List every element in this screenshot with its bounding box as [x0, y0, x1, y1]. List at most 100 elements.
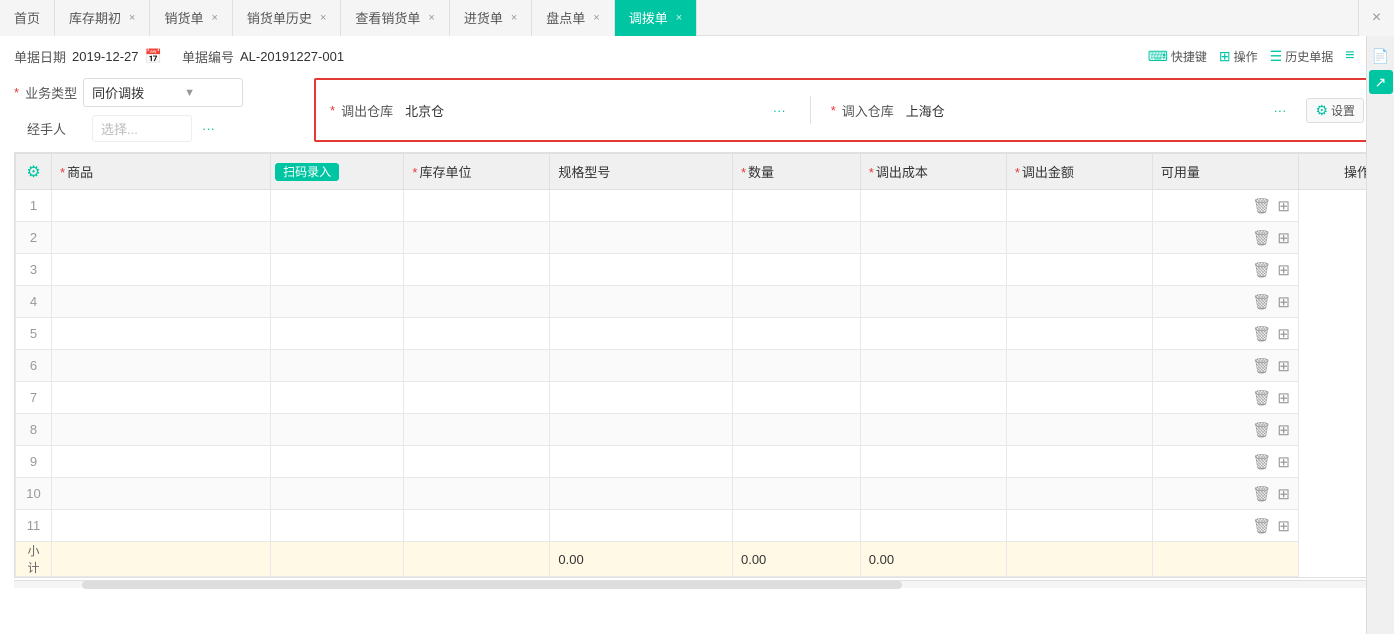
goods-cell-2[interactable] — [52, 222, 271, 254]
goods-cell-10[interactable] — [52, 478, 271, 510]
qty-cell-4[interactable] — [550, 286, 733, 318]
qty-cell-5[interactable] — [550, 318, 733, 350]
amount-cell-4[interactable] — [860, 286, 1006, 318]
delete-icon-10[interactable]: 🗑 — [1252, 485, 1271, 503]
cost-cell-6[interactable] — [732, 350, 860, 382]
qty-cell-9[interactable] — [550, 446, 733, 478]
close-tab-inventory-init[interactable]: × — [129, 12, 135, 24]
amount-cell-5[interactable] — [860, 318, 1006, 350]
tab-sales-history[interactable]: 销货单历史 × — [233, 0, 341, 36]
actions-button[interactable]: ⊞ 操作 — [1219, 48, 1258, 65]
qty-cell-1[interactable] — [550, 190, 733, 222]
col-gear[interactable]: ⚙ — [16, 154, 52, 190]
copy-icon-3[interactable]: ⊞ — [1277, 261, 1290, 279]
copy-icon-10[interactable]: ⊞ — [1277, 485, 1290, 503]
tab-transfer[interactable]: 调拨单 × — [615, 0, 697, 36]
tab-purchase[interactable]: 进货单 × — [450, 0, 532, 36]
cost-cell-7[interactable] — [732, 382, 860, 414]
close-tab-sales-history[interactable]: × — [320, 12, 326, 24]
delete-icon-7[interactable]: 🗑 — [1252, 389, 1271, 407]
tab-stocktake[interactable]: 盘点单 × — [532, 0, 614, 36]
qty-cell-2[interactable] — [550, 222, 733, 254]
person-more-btn[interactable]: ··· — [198, 121, 219, 136]
amount-cell-3[interactable] — [860, 254, 1006, 286]
close-tab-view-sales[interactable]: × — [428, 12, 434, 24]
delete-icon-8[interactable]: 🗑 — [1252, 421, 1271, 439]
horizontal-scrollbar[interactable] — [14, 580, 1380, 588]
delete-icon-11[interactable]: 🗑 — [1252, 517, 1271, 535]
copy-icon-7[interactable]: ⊞ — [1277, 389, 1290, 407]
tab-view-sales[interactable]: 查看销货单 × — [341, 0, 449, 36]
qty-cell-6[interactable] — [550, 350, 733, 382]
amount-cell-11[interactable] — [860, 510, 1006, 542]
close-tab-sales-order[interactable]: × — [211, 12, 217, 24]
goods-cell-5[interactable] — [52, 318, 271, 350]
close-tab-purchase[interactable]: × — [511, 12, 517, 24]
sidebar-export-icon[interactable]: ↗ — [1369, 70, 1393, 94]
cost-cell-11[interactable] — [732, 510, 860, 542]
amount-cell-6[interactable] — [860, 350, 1006, 382]
amount-cell-1[interactable] — [860, 190, 1006, 222]
delete-icon-6[interactable]: 🗑 — [1252, 357, 1271, 375]
amount-cell-10[interactable] — [860, 478, 1006, 510]
close-tab-stocktake[interactable]: × — [593, 12, 599, 24]
copy-icon-11[interactable]: ⊞ — [1277, 517, 1290, 535]
cost-cell-8[interactable] — [732, 414, 860, 446]
copy-icon-2[interactable]: ⊞ — [1277, 229, 1290, 247]
goods-cell-4[interactable] — [52, 286, 271, 318]
qty-cell-11[interactable] — [550, 510, 733, 542]
delete-icon-9[interactable]: 🗑 — [1252, 453, 1271, 471]
out-warehouse-more-btn[interactable]: ··· — [769, 103, 790, 118]
amount-cell-2[interactable] — [860, 222, 1006, 254]
copy-icon-8[interactable]: ⊞ — [1277, 421, 1290, 439]
in-warehouse-more-btn[interactable]: ··· — [1269, 103, 1290, 118]
cost-cell-3[interactable] — [732, 254, 860, 286]
goods-cell-11[interactable] — [52, 510, 271, 542]
tab-inventory-init[interactable]: 库存期初 × — [55, 0, 150, 36]
business-type-label: 业务类型 — [25, 83, 77, 102]
settings-button[interactable]: ⚙ 设置 — [1306, 98, 1364, 123]
goods-cell-3[interactable] — [52, 254, 271, 286]
amount-cell-7[interactable] — [860, 382, 1006, 414]
tab-sales-order[interactable]: 销货单 × — [150, 0, 232, 36]
history-button[interactable]: ☰ 历史单据 — [1270, 48, 1334, 65]
delete-icon-2[interactable]: 🗑 — [1252, 229, 1271, 247]
person-input[interactable]: 选择... — [92, 115, 192, 142]
delete-icon-1[interactable]: 🗑 — [1252, 197, 1271, 215]
close-tab-transfer[interactable]: × — [676, 12, 682, 24]
goods-cell-9[interactable] — [52, 446, 271, 478]
cost-cell-2[interactable] — [732, 222, 860, 254]
tab-homepage[interactable]: 首页 — [0, 0, 55, 36]
goods-cell-1[interactable] — [52, 190, 271, 222]
copy-icon-1[interactable]: ⊞ — [1277, 197, 1290, 215]
copy-icon-9[interactable]: ⊞ — [1277, 453, 1290, 471]
copy-icon-5[interactable]: ⊞ — [1277, 325, 1290, 343]
amount-cell-8[interactable] — [860, 414, 1006, 446]
scan-button[interactable]: 扫码录入 — [275, 163, 339, 181]
qty-cell-8[interactable] — [550, 414, 733, 446]
cost-cell-1[interactable] — [732, 190, 860, 222]
goods-cell-8[interactable] — [52, 414, 271, 446]
cost-cell-10[interactable] — [732, 478, 860, 510]
delete-icon-3[interactable]: 🗑 — [1252, 261, 1271, 279]
qty-cell-10[interactable] — [550, 478, 733, 510]
calendar-icon[interactable]: 📅 — [145, 48, 162, 65]
tab-close-all[interactable]: × — [1358, 0, 1394, 36]
cost-cell-9[interactable] — [732, 446, 860, 478]
goods-cell-7[interactable] — [52, 382, 271, 414]
qty-cell-7[interactable] — [550, 382, 733, 414]
sidebar-doc-icon[interactable]: 📄 — [1369, 44, 1393, 68]
cost-cell-5[interactable] — [732, 318, 860, 350]
cost-cell-4[interactable] — [732, 286, 860, 318]
copy-icon-6[interactable]: ⊞ — [1277, 357, 1290, 375]
amount-cell-9[interactable] — [860, 446, 1006, 478]
goods-cell-6[interactable] — [52, 350, 271, 382]
ops-cell-6: 🗑 ⊞ — [1152, 350, 1298, 382]
layout-btn-1[interactable]: ≡ — [1345, 47, 1354, 65]
shortcut-button[interactable]: ⌨ 快捷键 — [1148, 48, 1207, 65]
qty-cell-3[interactable] — [550, 254, 733, 286]
business-type-dropdown[interactable]: 同价调拨 ▼ — [83, 78, 243, 107]
delete-icon-5[interactable]: 🗑 — [1252, 325, 1271, 343]
delete-icon-4[interactable]: 🗑 — [1252, 293, 1271, 311]
copy-icon-4[interactable]: ⊞ — [1277, 293, 1290, 311]
